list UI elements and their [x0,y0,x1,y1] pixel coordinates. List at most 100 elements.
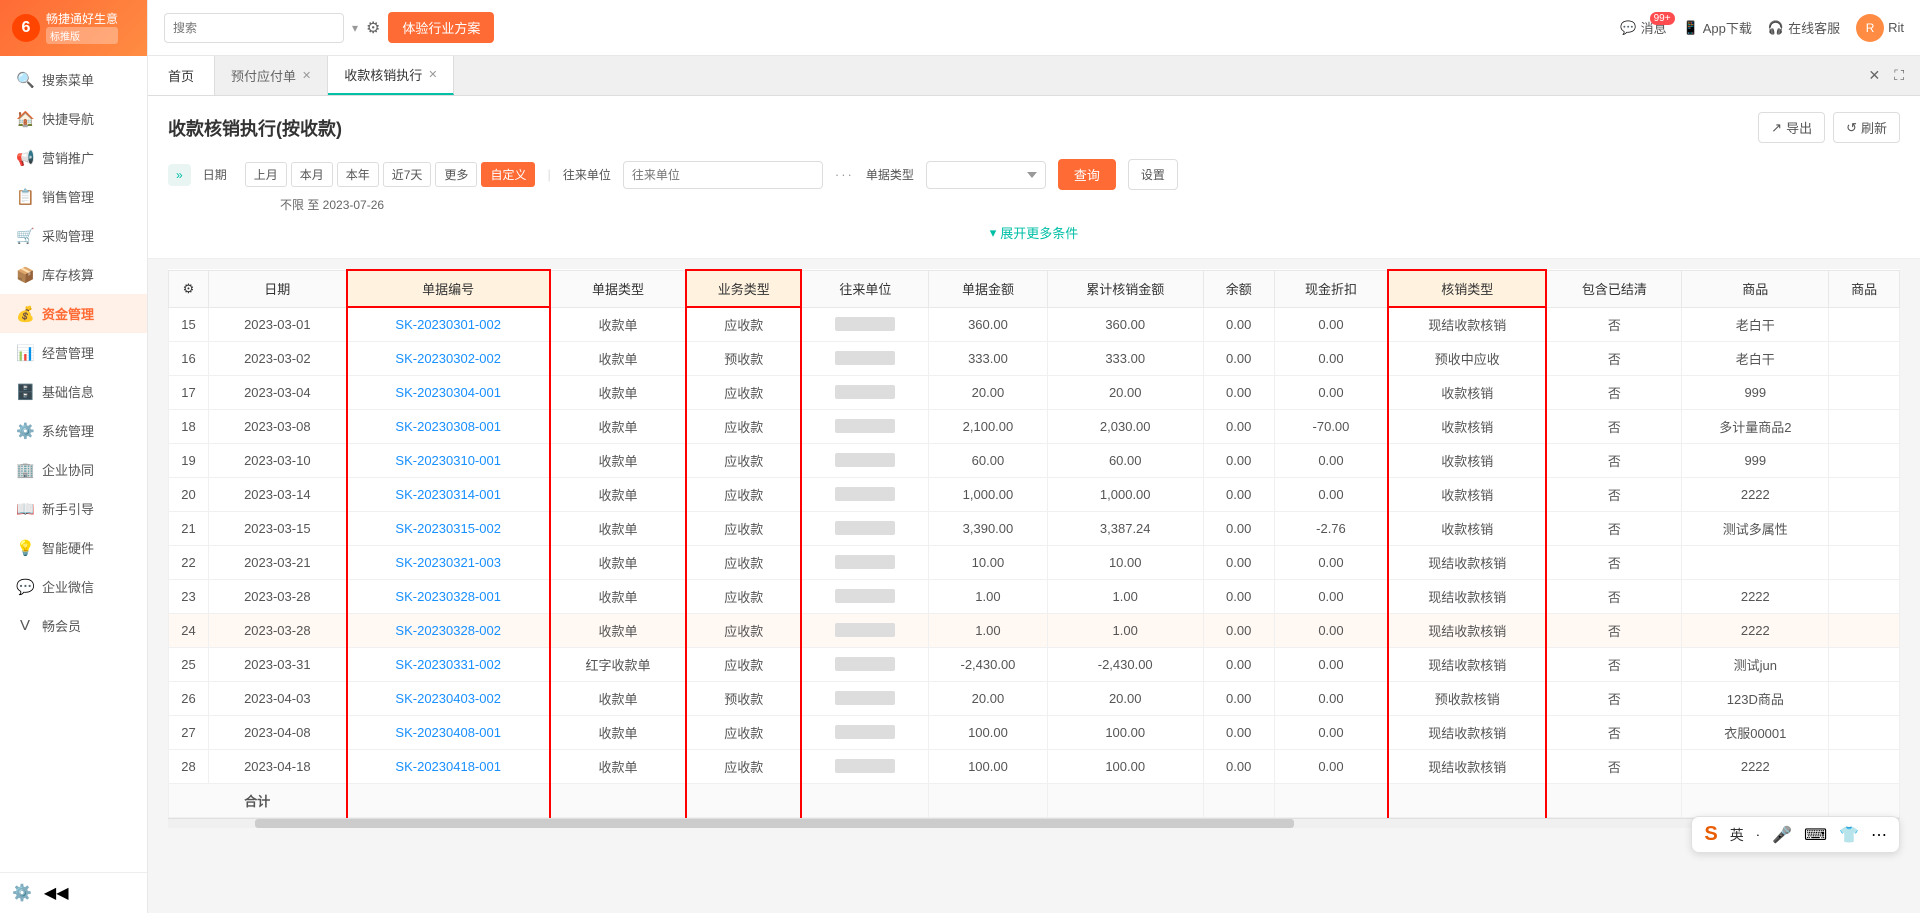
sidebar-item-hardware[interactable]: 💡智能硬件 [0,528,147,567]
ime-mic[interactable]: 🎤 [1772,825,1792,845]
bill-no-link[interactable]: SK-20230315-002 [395,521,501,536]
bill-no-link[interactable]: SK-20230310-001 [395,453,501,468]
sidebar-item-corp[interactable]: 🏢企业协同 [0,450,147,489]
bill-no-link[interactable]: SK-20230321-003 [395,555,501,570]
counterpart-input[interactable] [623,161,823,189]
bill-no-link[interactable]: SK-20230301-002 [395,317,501,332]
horizontal-scrollbar[interactable] [168,818,1900,828]
cell-bill-no: SK-20230408-001 [347,716,550,750]
bill-no-link[interactable]: SK-20230403-002 [395,691,501,706]
close-tab-btn[interactable]: ✕ [1864,63,1884,88]
sidebar-item-guide[interactable]: 📖新手引导 [0,489,147,528]
sidebar-item-search[interactable]: 🔍搜索菜单 [0,60,147,99]
bill-no-link[interactable]: SK-20230308-001 [395,419,501,434]
user-avatar-area[interactable]: R Rit [1856,14,1904,42]
this-year-btn[interactable]: 本年 [337,162,379,187]
cell-bill-type: 收款单 [550,716,687,750]
cell-biz-type: 应收款 [686,410,801,444]
feature-btn[interactable]: 体验行业方案 [388,12,494,43]
ime-english[interactable]: 英 [1730,825,1744,845]
footer-include-settled [1546,784,1682,818]
maximize-tab-btn[interactable]: ⛶ [1890,63,1908,88]
cell-bill-no: SK-20230328-001 [347,580,550,614]
cell-include-settled: 否 [1546,648,1682,682]
query-btn[interactable]: 查询 [1058,159,1116,190]
expand-conditions-btn[interactable]: ▾ 展开更多条件 [990,219,1079,246]
online-service-btn[interactable]: 🎧 在线客服 [1768,18,1840,37]
sidebar-item-operation[interactable]: 📊经营管理 [0,333,147,372]
sidebar-item-purchase[interactable]: 🛒采购管理 [0,216,147,255]
this-month-btn[interactable]: 本月 [291,162,333,187]
tab-collection-close[interactable]: ✕ [428,68,437,81]
bill-no-link[interactable]: SK-20230408-001 [395,725,501,740]
search-input[interactable] [164,13,344,43]
cell-verified: 333.00 [1047,342,1203,376]
cell-include-settled: 否 [1546,444,1682,478]
more-filters-icon[interactable]: ··· [835,167,854,182]
cell-date: 2023-03-01 [209,307,347,342]
bill-no-link[interactable]: SK-20230314-001 [395,487,501,502]
tab-prepay-close[interactable]: ✕ [302,69,311,82]
ime-shirt[interactable]: 👕 [1839,825,1859,845]
sidebar-item-wechat[interactable]: 💬企业微信 [0,567,147,606]
tab-collection[interactable]: 收款核销执行 ✕ [328,56,454,95]
bill-no-link[interactable]: SK-20230302-002 [395,351,501,366]
sidebar-item-label-marketing: 营销推广 [42,148,94,167]
sidebar: 6 畅捷通好生意 标推版 🔍搜索菜单🏠快捷导航📢营销推广📋销售管理🛒采购管理📦库… [0,0,148,913]
custom-date-btn[interactable]: 自定义 [481,162,535,187]
ime-more[interactable]: ⋯ [1871,825,1887,845]
gear-icon[interactable]: ⚙ [366,18,380,38]
expand-label: 展开更多条件 [1000,223,1078,242]
cell-balance: 0.00 [1203,512,1274,546]
settings-icon[interactable]: ⚙️ [12,883,32,903]
table-row: 20 2023-03-14 SK-20230314-001 收款单 应收款 1,… [169,478,1900,512]
last-month-btn[interactable]: 上月 [245,162,287,187]
sidebar-item-system[interactable]: ⚙️系统管理 [0,411,147,450]
bill-no-link[interactable]: SK-20230328-001 [395,589,501,604]
sidebar-item-basic[interactable]: 🗄️基础信息 [0,372,147,411]
cell-date: 2023-03-04 [209,376,347,410]
th-gear[interactable]: ⚙ [169,270,209,307]
export-btn[interactable]: ↗ 导出 [1758,112,1825,143]
sidebar-item-quick[interactable]: 🏠快捷导航 [0,99,147,138]
cell-amount: -2,430.00 [929,648,1047,682]
app-download-btn[interactable]: 📱 App下载 [1683,18,1752,37]
cell-goods: 999 [1682,376,1829,410]
cell-verify-type: 现结收款核销 [1388,614,1546,648]
cell-verify-type: 收款核销 [1388,478,1546,512]
cell-goods2 [1829,478,1900,512]
sidebar-item-label-search: 搜索菜单 [42,70,94,89]
footer-bill-type [550,784,687,818]
blurred-counterpart [835,691,895,705]
cell-amount: 1.00 [929,614,1047,648]
collapse-icon[interactable]: ◀◀ [44,883,69,903]
bill-no-link[interactable]: SK-20230328-002 [395,623,501,638]
cell-include-settled: 否 [1546,478,1682,512]
receipt-type-select[interactable] [926,161,1046,189]
sidebar-item-finance[interactable]: 💰资金管理 [0,294,147,333]
tab-prepay[interactable]: 预付应付单 ✕ [215,56,328,95]
filter-collapse-btn[interactable]: » [168,164,191,186]
cell-biz-type: 应收款 [686,546,801,580]
sidebar-item-sales[interactable]: 📋销售管理 [0,177,147,216]
cell-goods2 [1829,648,1900,682]
tab-home[interactable]: 首页 [148,56,215,95]
refresh-btn[interactable]: ↺ 刷新 [1833,112,1900,143]
settings-btn[interactable]: 设置 [1128,159,1178,190]
last-7days-btn[interactable]: 近7天 [383,162,432,187]
sidebar-item-member[interactable]: V畅会员 [0,606,147,645]
bill-no-link[interactable]: SK-20230331-002 [395,657,501,672]
cell-counterpart [801,444,928,478]
hardware-icon: 💡 [16,539,34,557]
sidebar-item-inventory[interactable]: 📦库存核算 [0,255,147,294]
th-amount: 单据金额 [929,270,1047,307]
bill-no-link[interactable]: SK-20230418-001 [395,759,501,774]
sidebar-item-marketing[interactable]: 📢营销推广 [0,138,147,177]
bill-no-link[interactable]: SK-20230304-001 [395,385,501,400]
message-btn[interactable]: 💬 消息 99+ [1620,18,1666,37]
cell-goods [1682,546,1829,580]
footer-amount [929,784,1047,818]
ime-keyboard[interactable]: ⌨ [1804,825,1827,845]
more-date-btn[interactable]: 更多 [435,162,477,187]
cell-counterpart [801,614,928,648]
